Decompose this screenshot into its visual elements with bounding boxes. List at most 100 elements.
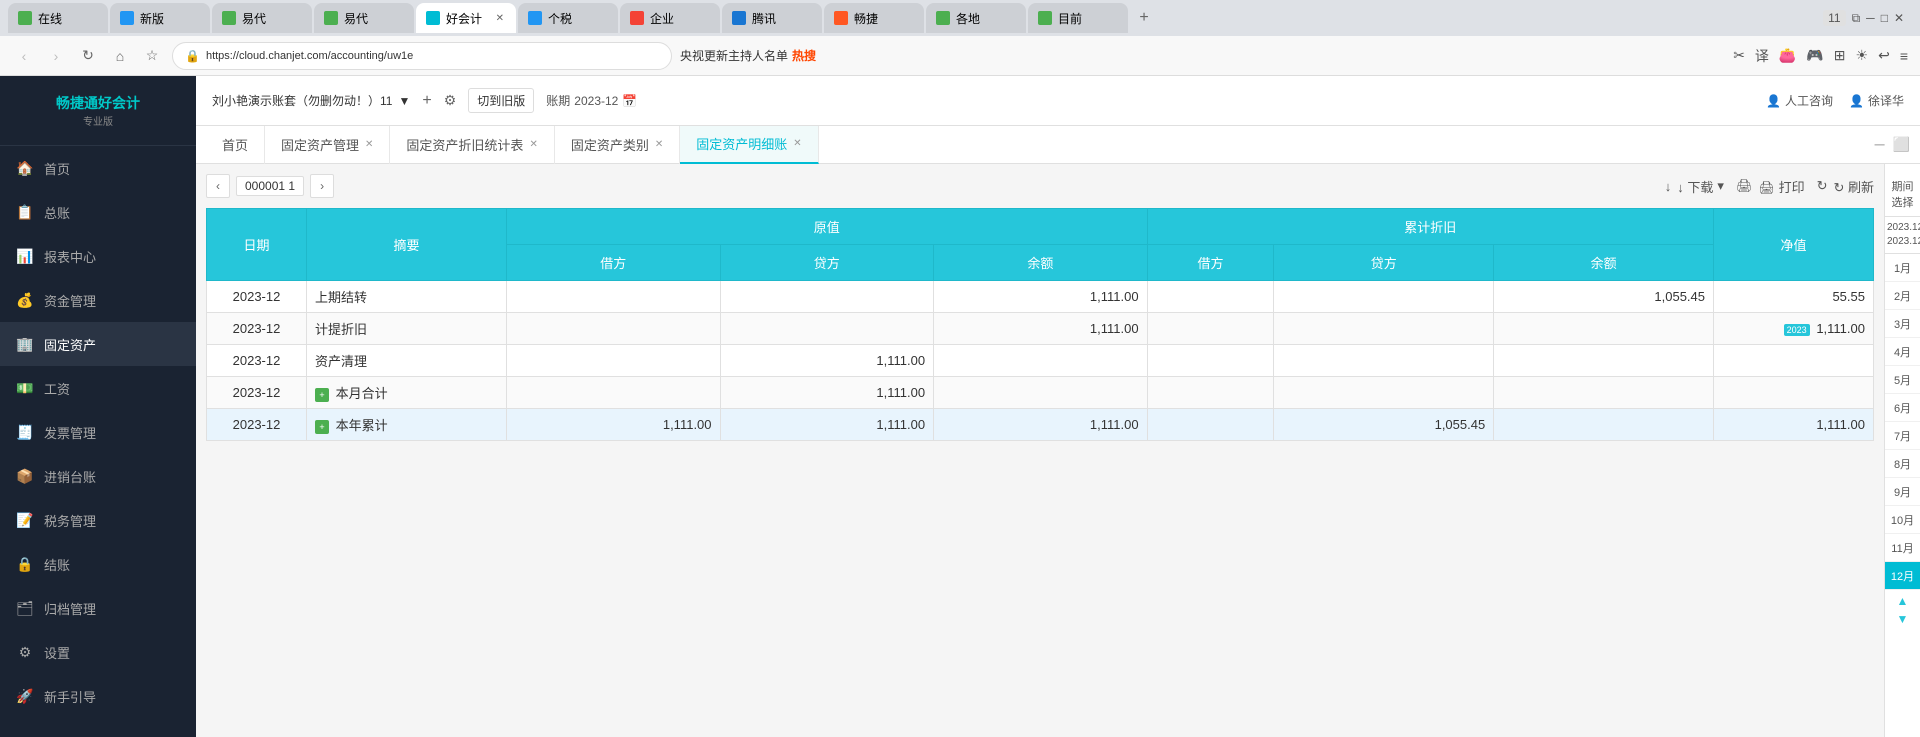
tab-close-5[interactable]: ✕ bbox=[494, 11, 506, 26]
table-row: 2023-12 上期结转 1,111.00 1,055.45 55.55 bbox=[207, 281, 1874, 313]
bookmark-button[interactable]: ☆ bbox=[140, 44, 164, 68]
page-tab-fa-ledger[interactable]: 固定资产明细账 ✕ bbox=[680, 126, 818, 164]
window-maximize-icon[interactable]: ⬜ bbox=[1893, 136, 1910, 153]
month-10[interactable]: 10月 bbox=[1885, 506, 1920, 534]
translate-icon[interactable]: 译 bbox=[1755, 46, 1769, 66]
restore-window-icon[interactable]: ⧉ bbox=[1852, 11, 1861, 26]
accum-debit-header: 借方 bbox=[1147, 245, 1274, 281]
sidebar-item-fund[interactable]: 💰 资金管理 bbox=[0, 278, 196, 322]
minimize-icon[interactable]: ─ bbox=[1866, 11, 1875, 25]
scissors-icon[interactable]: ✂ bbox=[1733, 47, 1745, 64]
brightness-icon[interactable]: ☀ bbox=[1856, 47, 1869, 64]
table-row: 2023-12 资产清理 1,111.00 bbox=[207, 345, 1874, 377]
sidebar-item-report[interactable]: 📊 报表中心 bbox=[0, 234, 196, 278]
grid-icon[interactable]: ⊞ bbox=[1834, 47, 1846, 64]
support-button[interactable]: 👤 人工咨询 bbox=[1766, 92, 1833, 109]
company-settings-icon[interactable]: ⚙ bbox=[444, 92, 457, 109]
sidebar-item-invoice[interactable]: 🧾 发票管理 bbox=[0, 410, 196, 454]
browser-tab-7[interactable]: 企业 bbox=[620, 3, 720, 33]
row3-orig-balance bbox=[934, 345, 1148, 377]
tab-close-fa-mgmt[interactable]: ✕ bbox=[365, 139, 373, 150]
wallet-icon[interactable]: 👛 bbox=[1779, 47, 1796, 64]
download-button[interactable]: ↓ ↓ 下载 ▾ bbox=[1665, 177, 1724, 196]
month-3[interactable]: 3月 bbox=[1885, 310, 1920, 338]
close-account-icon: 🔒 bbox=[16, 555, 34, 573]
tab-close-fa-ledger[interactable]: ✕ bbox=[793, 138, 801, 149]
print-button[interactable]: 🖨 🖨 打印 bbox=[1736, 177, 1805, 196]
page-tab-fixed-asset-mgmt[interactable]: 固定资产管理 ✕ bbox=[265, 126, 390, 164]
month-6[interactable]: 6月 bbox=[1885, 394, 1920, 422]
game-icon[interactable]: 🎮 bbox=[1806, 47, 1823, 64]
back-button[interactable]: ‹ bbox=[12, 44, 36, 68]
sidebar-item-inventory[interactable]: 📦 进销台账 bbox=[0, 454, 196, 498]
sidebar-item-close-account[interactable]: 🔒 结账 bbox=[0, 542, 196, 586]
sidebar-item-guide[interactable]: 🚀 新手引导 bbox=[0, 674, 196, 718]
search-input-label[interactable]: 央视更新主持人名单 bbox=[680, 47, 788, 64]
browser-tab-10[interactable]: 各地 bbox=[926, 3, 1026, 33]
user-display-name: 徐译华 bbox=[1868, 92, 1904, 109]
row3-accum-credit bbox=[1274, 345, 1494, 377]
month-2[interactable]: 2月 bbox=[1885, 282, 1920, 310]
sidebar-item-salary[interactable]: 💵 工资 bbox=[0, 366, 196, 410]
sidebar-label-home: 首页 bbox=[44, 159, 70, 178]
menu-icon[interactable]: ≡ bbox=[1900, 48, 1908, 64]
download-icon: ↓ bbox=[1665, 179, 1672, 194]
month-12[interactable]: 12月 bbox=[1885, 562, 1920, 590]
forward-button[interactable]: › bbox=[44, 44, 68, 68]
calendar-icon[interactable]: 📅 bbox=[622, 94, 637, 108]
tab-close-fa-cat[interactable]: ✕ bbox=[655, 139, 663, 150]
browser-tab-11[interactable]: 目前 bbox=[1028, 3, 1128, 33]
row1-orig-balance: 1,111.00 bbox=[934, 281, 1148, 313]
browser-tab-9[interactable]: 畅捷 bbox=[824, 3, 924, 33]
sidebar-item-fixed-asset[interactable]: 🏢 固定资产 bbox=[0, 322, 196, 366]
month-11[interactable]: 11月 bbox=[1885, 534, 1920, 562]
browser-tab-6[interactable]: 个税 bbox=[518, 3, 618, 33]
browser-tab-1[interactable]: 在线 bbox=[8, 3, 108, 33]
user-avatar[interactable]: 👤 徐译华 bbox=[1849, 92, 1904, 109]
download-dropdown-icon[interactable]: ▾ bbox=[1717, 178, 1724, 194]
refresh-data-button[interactable]: ↻ ↻ 刷新 bbox=[1817, 177, 1874, 196]
user-dropdown-arrow[interactable]: ▼ bbox=[398, 94, 410, 108]
month-1[interactable]: 1月 bbox=[1885, 254, 1920, 282]
sidebar-label-invoice: 发票管理 bbox=[44, 423, 96, 442]
yearly-total-icon: + bbox=[315, 420, 329, 434]
month-4[interactable]: 4月 bbox=[1885, 338, 1920, 366]
window-minimize-icon[interactable]: ─ bbox=[1875, 136, 1885, 153]
close-window-icon[interactable]: ✕ bbox=[1894, 11, 1904, 25]
scroll-down-icon[interactable]: ▼ bbox=[1897, 612, 1909, 626]
switch-version-button[interactable]: 切到旧版 bbox=[468, 88, 534, 113]
month-9[interactable]: 9月 bbox=[1885, 478, 1920, 506]
prev-page-button[interactable]: ‹ bbox=[206, 174, 230, 198]
tab-close-dep-table[interactable]: ✕ bbox=[529, 139, 537, 150]
sidebar-item-ledger[interactable]: 📋 总账 bbox=[0, 190, 196, 234]
row2-net-value: 2023 1,111.00 bbox=[1714, 313, 1874, 345]
scroll-up-icon[interactable]: ▲ bbox=[1897, 594, 1909, 608]
add-company-button[interactable]: + bbox=[422, 92, 431, 110]
address-bar[interactable]: 🔒 https://cloud.chanjet.com/accounting/u… bbox=[172, 42, 672, 70]
browser-tab-5[interactable]: 好会计 ✕ bbox=[416, 3, 516, 33]
sidebar-item-tax[interactable]: 📝 税务管理 bbox=[0, 498, 196, 542]
home-icon: 🏠 bbox=[16, 159, 34, 177]
undo-icon[interactable]: ↩ bbox=[1878, 47, 1890, 64]
page-tab-home[interactable]: 首页 bbox=[206, 126, 265, 164]
refresh-button[interactable]: ↻ bbox=[76, 44, 100, 68]
next-page-button[interactable]: › bbox=[310, 174, 334, 198]
sidebar-item-settings[interactable]: ⚙ 设置 bbox=[0, 630, 196, 674]
row2-summary: 计提折旧 bbox=[307, 313, 507, 345]
new-tab-button[interactable]: + bbox=[1130, 4, 1158, 32]
browser-tab-8[interactable]: 腾讯 bbox=[722, 3, 822, 33]
sidebar-item-home[interactable]: 🏠 首页 bbox=[0, 146, 196, 190]
page-body: ‹ 000001 1 › ↓ ↓ 下载 ▾ 🖨 🖨 打印 bbox=[196, 164, 1920, 737]
month-7[interactable]: 7月 bbox=[1885, 422, 1920, 450]
sidebar-label-salary: 工资 bbox=[44, 379, 70, 398]
browser-tab-4[interactable]: 易代 bbox=[314, 3, 414, 33]
home-button[interactable]: ⌂ bbox=[108, 44, 132, 68]
sidebar-item-archive[interactable]: 🗂 归档管理 bbox=[0, 586, 196, 630]
maximize-icon[interactable]: □ bbox=[1881, 11, 1888, 25]
browser-tab-3[interactable]: 易代 bbox=[212, 3, 312, 33]
page-tab-depreciation-table[interactable]: 固定资产折旧统计表 ✕ bbox=[390, 126, 554, 164]
page-tab-fa-category[interactable]: 固定资产类别 ✕ bbox=[555, 126, 680, 164]
browser-tab-2[interactable]: 新版 bbox=[110, 3, 210, 33]
month-5[interactable]: 5月 bbox=[1885, 366, 1920, 394]
month-8[interactable]: 8月 bbox=[1885, 450, 1920, 478]
